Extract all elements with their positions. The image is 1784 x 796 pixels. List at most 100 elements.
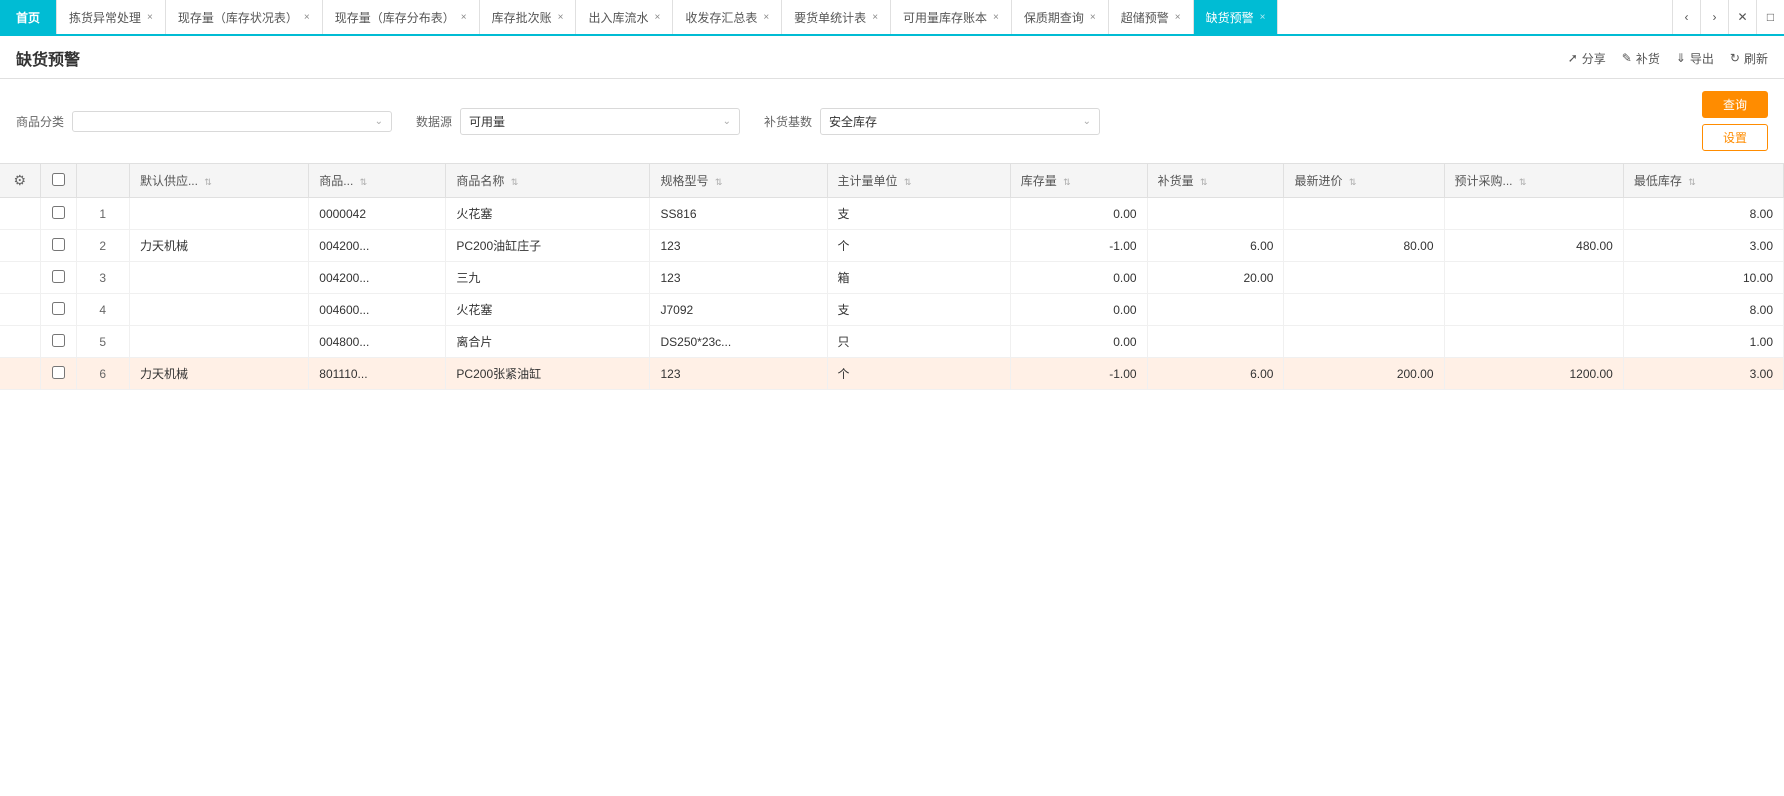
tab-home-label: 首页	[16, 9, 40, 26]
tab-3[interactable]: 现存量（库存分布表） ×	[323, 0, 480, 34]
sort-spec-icon: ⇅	[715, 177, 723, 188]
table-row: 2 力天机械 004200... PC200油缸庄子 123 个 -1.00 6…	[0, 230, 1784, 262]
row-check-4[interactable]	[40, 326, 76, 358]
row-checkbox-5[interactable]	[52, 366, 65, 379]
tab-bar: 首页 拣货异常处理 × 现存量（库存状况表） × 现存量（库存分布表） × 库存…	[0, 0, 1784, 36]
col-header-supplier[interactable]: 默认供应... ⇅	[129, 164, 308, 198]
row-num-2: 3	[76, 262, 129, 294]
row-stock-1: -1.00	[1010, 230, 1147, 262]
row-checkbox-4[interactable]	[52, 334, 65, 347]
refresh-button[interactable]: ↻ 刷新	[1730, 50, 1768, 67]
row-check-1[interactable]	[40, 230, 76, 262]
row-latest-price-5: 200.00	[1284, 358, 1444, 390]
export-label: 导出	[1690, 50, 1714, 67]
row-checkbox-0[interactable]	[52, 206, 65, 219]
gear-icon[interactable]: ⚙	[13, 172, 26, 188]
row-checkbox-1[interactable]	[52, 238, 65, 251]
tab-10[interactable]: 超储预警 ×	[1109, 0, 1194, 34]
row-check-2[interactable]	[40, 262, 76, 294]
col-header-spec[interactable]: 规格型号 ⇅	[650, 164, 827, 198]
row-latest-price-2	[1284, 262, 1444, 294]
row-checkbox-2[interactable]	[52, 270, 65, 283]
table-row: 4 004600... 火花塞 J7092 支 0.00 8.00	[0, 294, 1784, 326]
col-header-name[interactable]: 商品名称 ⇅	[446, 164, 650, 198]
row-unit-5: 个	[827, 358, 1010, 390]
replenish-label: 补货	[1636, 50, 1660, 67]
datasource-select[interactable]: 可用量 ⌄	[460, 108, 740, 135]
col-header-settings[interactable]: ⚙	[0, 164, 40, 198]
table-body: 1 0000042 火花塞 SS816 支 0.00 8.00 2 力天机械 0…	[0, 198, 1784, 390]
tab-4[interactable]: 库存批次账 ×	[480, 0, 577, 34]
tab-9[interactable]: 保质期查询 ×	[1012, 0, 1109, 34]
row-min-stock-2: 10.00	[1623, 262, 1783, 294]
table-header-row: ⚙ 默认供应... ⇅ 商品... ⇅ 商品名称	[0, 164, 1784, 198]
tab-3-close[interactable]: ×	[461, 12, 467, 23]
tab-6[interactable]: 收发存汇总表 ×	[673, 0, 782, 34]
tab-7-close[interactable]: ×	[872, 12, 878, 23]
row-code-3: 004600...	[309, 294, 446, 326]
col-header-code[interactable]: 商品... ⇅	[309, 164, 446, 198]
tab-6-close[interactable]: ×	[763, 12, 769, 23]
tab-7[interactable]: 要货单统计表 ×	[782, 0, 891, 34]
row-stock-0: 0.00	[1010, 198, 1147, 230]
tab-1-close[interactable]: ×	[147, 12, 153, 23]
replenish-button[interactable]: ✎ 补货	[1622, 50, 1660, 67]
row-num-4: 5	[76, 326, 129, 358]
tab-next-button[interactable]: ›	[1700, 0, 1728, 34]
tab-8-close[interactable]: ×	[993, 12, 999, 23]
tab-close-button[interactable]: ✕	[1728, 0, 1756, 34]
tab-2-close[interactable]: ×	[304, 12, 310, 23]
category-select[interactable]: ⌄	[72, 111, 392, 132]
row-latest-price-4	[1284, 326, 1444, 358]
row-check-0[interactable]	[40, 198, 76, 230]
row-name-0: 火花塞	[446, 198, 650, 230]
select-all-checkbox[interactable]	[52, 173, 65, 186]
tab-8[interactable]: 可用量库存账本 ×	[891, 0, 1012, 34]
row-num-1: 2	[76, 230, 129, 262]
row-supplier-3	[129, 294, 308, 326]
row-supplier-0	[129, 198, 308, 230]
row-est-purchase-4	[1444, 326, 1623, 358]
col-header-latest-price[interactable]: 最新进价 ⇅	[1284, 164, 1444, 198]
row-min-stock-3: 8.00	[1623, 294, 1783, 326]
settings-button[interactable]: 设置	[1702, 124, 1768, 151]
tab-3-label: 现存量（库存分布表）	[335, 9, 455, 26]
tab-expand-button[interactable]: □	[1756, 0, 1784, 34]
tab-1[interactable]: 拣货异常处理 ×	[57, 0, 166, 34]
row-est-purchase-5: 1200.00	[1444, 358, 1623, 390]
query-button[interactable]: 查询	[1702, 91, 1768, 118]
row-code-0: 0000042	[309, 198, 446, 230]
tab-nav-controls: ‹ › ✕ □	[1672, 0, 1784, 34]
tab-9-label: 保质期查询	[1024, 9, 1084, 26]
tab-4-close[interactable]: ×	[558, 12, 564, 23]
tab-9-close[interactable]: ×	[1090, 12, 1096, 23]
sort-code-icon: ⇅	[360, 177, 368, 188]
tab-5[interactable]: 出入库流水 ×	[576, 0, 673, 34]
export-button[interactable]: ⇓ 导出	[1676, 50, 1714, 67]
row-check-5[interactable]	[40, 358, 76, 390]
col-header-stock[interactable]: 库存量 ⇅	[1010, 164, 1147, 198]
row-settings-0	[0, 198, 40, 230]
tab-2[interactable]: 现存量（库存状况表） ×	[166, 0, 323, 34]
col-header-est-purchase[interactable]: 预计采购... ⇅	[1444, 164, 1623, 198]
tab-prev-button[interactable]: ‹	[1672, 0, 1700, 34]
row-min-stock-4: 1.00	[1623, 326, 1783, 358]
filter-bar: 商品分类 ⌄ 数据源 可用量 ⌄ 补货基数 安全库存 ⌄ 查询 设置	[0, 79, 1784, 164]
tab-10-close[interactable]: ×	[1175, 12, 1181, 23]
row-check-3[interactable]	[40, 294, 76, 326]
col-header-check[interactable]	[40, 164, 76, 198]
tab-home[interactable]: 首页	[0, 0, 57, 34]
col-header-unit[interactable]: 主计量单位 ⇅	[827, 164, 1010, 198]
tab-5-close[interactable]: ×	[654, 12, 660, 23]
tab-11[interactable]: 缺货预警 ×	[1194, 0, 1279, 34]
col-header-min-stock[interactable]: 最低库存 ⇅	[1623, 164, 1783, 198]
sort-supplier-icon: ⇅	[204, 177, 212, 188]
replenish-base-select[interactable]: 安全库存 ⌄	[820, 108, 1100, 135]
tab-11-label: 缺货预警	[1206, 9, 1254, 26]
row-checkbox-3[interactable]	[52, 302, 65, 315]
header-actions: ➚ 分享 ✎ 补货 ⇓ 导出 ↻ 刷新	[1568, 50, 1768, 67]
share-button[interactable]: ➚ 分享	[1568, 50, 1606, 67]
col-header-replenish[interactable]: 补货量 ⇅	[1147, 164, 1284, 198]
row-est-purchase-1: 480.00	[1444, 230, 1623, 262]
tab-11-close[interactable]: ×	[1260, 12, 1266, 23]
